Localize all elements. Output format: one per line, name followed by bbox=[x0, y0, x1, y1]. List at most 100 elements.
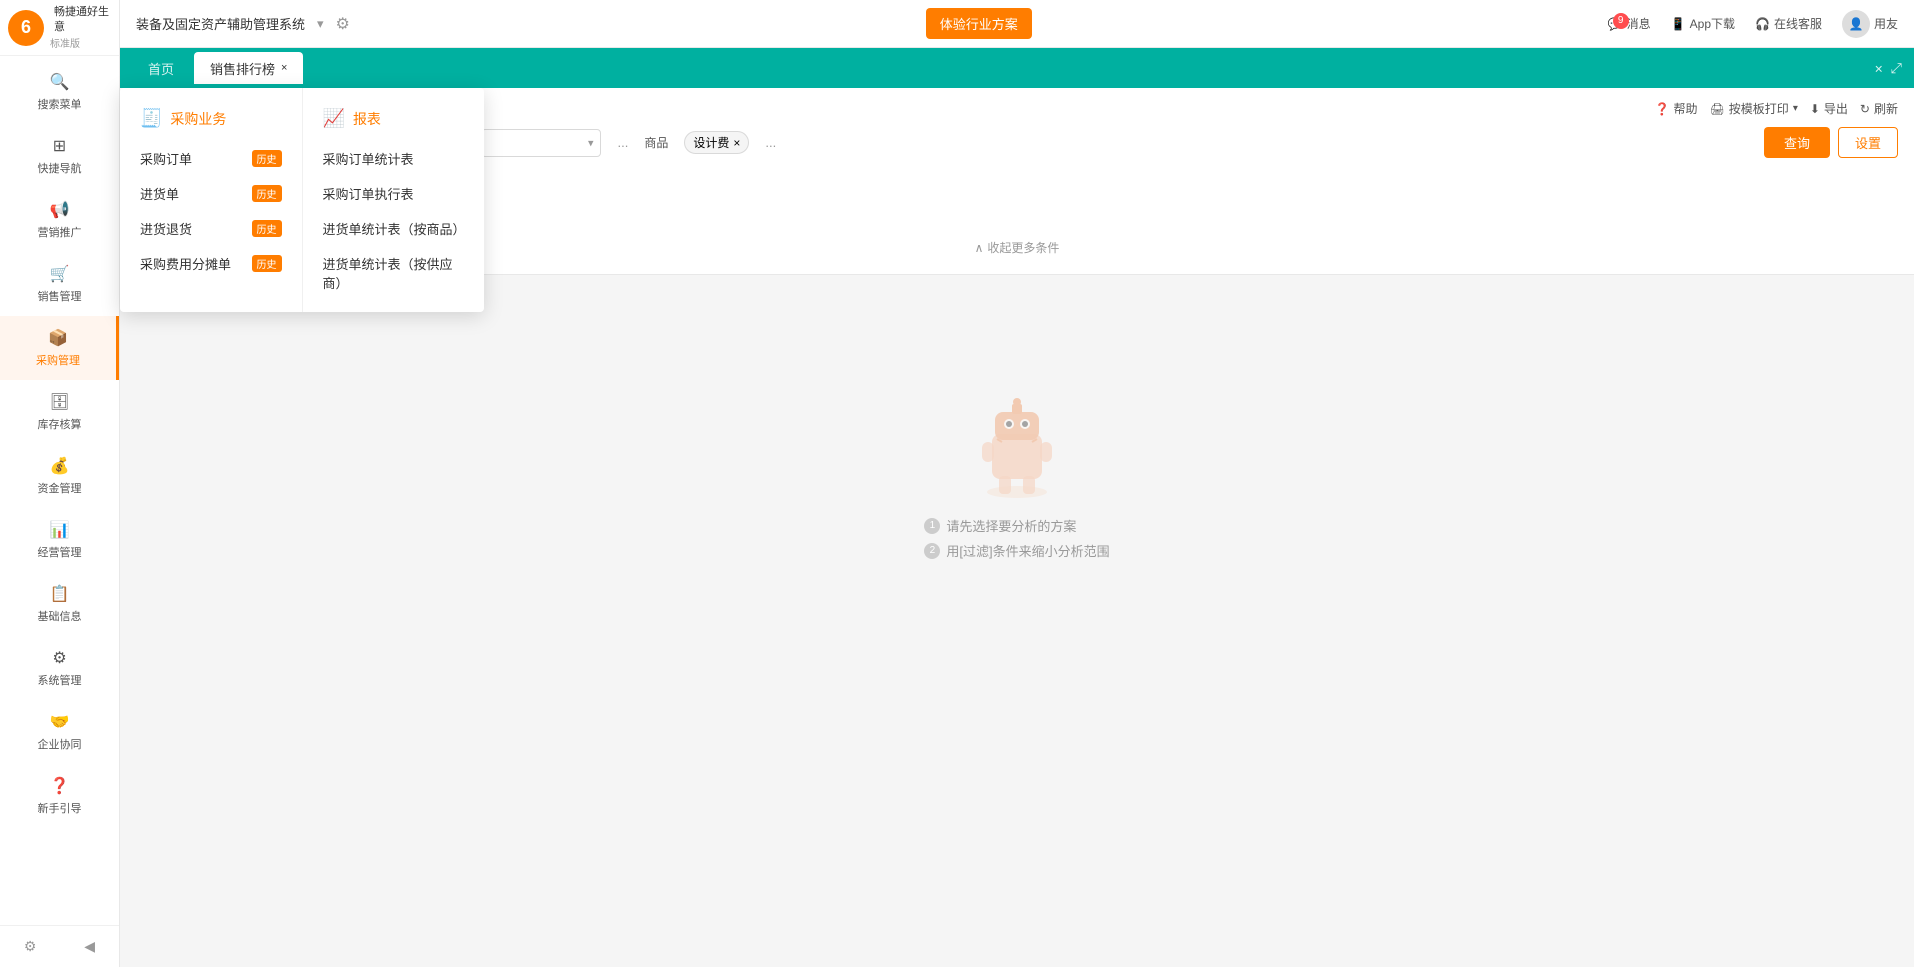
industry-button[interactable]: 体验行业方案 bbox=[926, 8, 1032, 39]
tip-1: 1 请先选择要分析的方案 bbox=[924, 516, 1109, 535]
setting-button[interactable]: 设置 bbox=[1838, 127, 1898, 158]
report-receipt-supplier-item[interactable]: 进货单统计表（按供应商） bbox=[303, 246, 485, 300]
tab-home[interactable]: 首页 bbox=[132, 52, 190, 84]
messages-item[interactable]: 💬 9 消息 bbox=[1608, 15, 1651, 32]
enterprise-icon: 🤝 bbox=[50, 712, 70, 732]
empty-illustration bbox=[957, 384, 1077, 504]
voucher-status-select[interactable] bbox=[481, 129, 601, 157]
capital-icon: 💰 bbox=[50, 456, 70, 476]
purchase-expense-label: 采购费用分摊单 bbox=[140, 254, 231, 273]
settings-button[interactable]: ⚙ bbox=[16, 934, 45, 959]
user-label: 用友 bbox=[1874, 15, 1898, 32]
sidebar-item-label: 系统管理 bbox=[38, 672, 82, 688]
tab-close-icon[interactable]: × bbox=[281, 62, 287, 74]
avatar: 👤 bbox=[1842, 10, 1870, 38]
report-receipt-goods-item[interactable]: 进货单统计表（按商品） bbox=[303, 211, 485, 246]
export-label: 导出 bbox=[1824, 100, 1848, 117]
sidebar-item-basic[interactable]: 📋 基础信息 bbox=[0, 572, 119, 636]
dropdown-chevron-icon[interactable]: ▾ bbox=[317, 16, 324, 32]
sidebar-item-inventory[interactable]: 🗄 库存核算 bbox=[0, 380, 119, 444]
sidebar-item-label: 新手引导 bbox=[38, 800, 82, 816]
purchase-order-item[interactable]: 采购订单 历史 bbox=[120, 141, 302, 176]
purchase-order-label: 采购订单 bbox=[140, 149, 192, 168]
purchase-order-history: 历史 bbox=[252, 150, 282, 167]
report-header-label: 报表 bbox=[353, 109, 381, 129]
sidebar-item-label: 企业协同 bbox=[38, 736, 82, 752]
print-label: 按模板打印 bbox=[1729, 100, 1789, 117]
window-maximize-icon[interactable]: ⤢ bbox=[1891, 60, 1902, 77]
collapse-icon: ∧ bbox=[975, 241, 984, 255]
purchase-col: 🧾 采购业务 采购订单 历史 进货单 历史 进货退货 历史 采购费用分摊单 历史 bbox=[120, 88, 302, 312]
message-badge: 9 bbox=[1613, 13, 1629, 29]
report-col: 📈 报表 采购订单统计表 采购订单执行表 进货单统计表（按商品） 进货单统计表（… bbox=[302, 88, 485, 312]
system-name: 装备及固定资产辅助管理系统 bbox=[136, 14, 305, 33]
settings-icon[interactable]: ⚙ bbox=[336, 14, 350, 34]
purchase-expense-item[interactable]: 采购费用分摊单 历史 bbox=[120, 246, 302, 281]
messages-label: 消息 bbox=[1627, 15, 1651, 32]
goods-tag[interactable]: 设计费 × bbox=[684, 131, 749, 154]
purchase-return-item[interactable]: 进货退货 历史 bbox=[120, 211, 302, 246]
logo-sub: 标准版 bbox=[50, 35, 111, 50]
sidebar-item-guide[interactable]: ❓ 新手引导 bbox=[0, 764, 119, 828]
basic-icon: 📋 bbox=[50, 584, 70, 604]
purchase-receipt-label: 进货单 bbox=[140, 184, 179, 203]
sidebar-item-label: 营销推广 bbox=[38, 224, 82, 240]
purchase-receipt-item[interactable]: 进货单 历史 bbox=[120, 176, 302, 211]
report-receipt-supplier-label: 进货单统计表（按供应商） bbox=[323, 254, 465, 292]
empty-tips: 1 请先选择要分析的方案 2 用[过滤]条件来缩小分析范围 bbox=[924, 516, 1109, 566]
sidebar-item-label: 销售管理 bbox=[38, 288, 82, 304]
online-service-label: 在线客服 bbox=[1774, 15, 1822, 32]
sidebar-item-label: 经营管理 bbox=[38, 544, 82, 560]
print-button[interactable]: 🖨 按模板打印 ▾ bbox=[1710, 100, 1798, 117]
phone-icon: 📱 bbox=[1671, 17, 1686, 31]
purchase-header: 🧾 采购业务 bbox=[120, 100, 302, 141]
query-button[interactable]: 查询 bbox=[1764, 127, 1830, 158]
logo-text: 畅捷通好生意 bbox=[54, 5, 111, 36]
refresh-icon: ↻ bbox=[1860, 102, 1870, 116]
window-close-icon[interactable]: × bbox=[1875, 60, 1883, 76]
sidebar-item-operation[interactable]: 📊 经营管理 bbox=[0, 508, 119, 572]
tab-sales-rank[interactable]: 销售排行榜 × bbox=[194, 52, 303, 84]
sidebar-item-label: 基础信息 bbox=[38, 608, 82, 624]
refresh-button[interactable]: ↻ 刷新 bbox=[1860, 100, 1898, 117]
topbar: 装备及固定资产辅助管理系统 ▾ ⚙ 体验行业方案 💬 9 消息 📱 App下载 … bbox=[120, 0, 1914, 48]
tab-sales-rank-label: 销售排行榜 bbox=[210, 59, 275, 78]
report-order-stat-item[interactable]: 采购订单统计表 bbox=[303, 141, 485, 176]
system-icon: ⚙ bbox=[52, 648, 66, 668]
sidebar-item-purchase[interactable]: 📦 采购管理 bbox=[0, 316, 119, 380]
sidebar-item-capital[interactable]: 💰 资金管理 bbox=[0, 444, 119, 508]
voucher-status-select-wrap bbox=[481, 129, 601, 157]
tip-2-text: 用[过滤]条件来缩小分析范围 bbox=[946, 541, 1109, 560]
help-button[interactable]: ❓ 帮助 bbox=[1655, 100, 1698, 117]
tip-2-num: 2 bbox=[924, 543, 940, 559]
report-order-exec-item[interactable]: 采购订单执行表 bbox=[303, 176, 485, 211]
collapse-sidebar-button[interactable]: ◀ bbox=[76, 934, 103, 959]
sidebar-item-enterprise[interactable]: 🤝 企业协同 bbox=[0, 700, 119, 764]
help-icon: ❓ bbox=[1655, 102, 1670, 116]
tab-bar-right: × ⤢ bbox=[1875, 60, 1902, 77]
online-service-item[interactable]: 🎧 在线客服 bbox=[1755, 15, 1822, 32]
logo-icon: 6 bbox=[8, 10, 44, 46]
print-chevron: ▾ bbox=[1793, 103, 1798, 114]
guide-icon: ❓ bbox=[50, 776, 70, 796]
sidebar-item-quick-nav[interactable]: ⊞ 快捷导航 bbox=[0, 124, 119, 188]
goods-tag-close-icon[interactable]: × bbox=[733, 136, 740, 150]
marketing-icon: 📢 bbox=[50, 200, 70, 220]
sidebar-item-search[interactable]: 🔍 搜索菜单 bbox=[0, 60, 119, 124]
empty-state: 1 请先选择要分析的方案 2 用[过滤]条件来缩小分析范围 bbox=[120, 275, 1914, 675]
search-icon: 🔍 bbox=[50, 72, 70, 92]
sidebar: 6 畅捷通好生意 标准版 🔍 搜索菜单 ⊞ 快捷导航 📢 营销推广 🛒 销售管理… bbox=[0, 0, 120, 967]
sidebar-item-sales[interactable]: 🛒 销售管理 bbox=[0, 252, 119, 316]
sidebar-item-label: 快捷导航 bbox=[38, 160, 82, 176]
refresh-label: 刷新 bbox=[1874, 100, 1898, 117]
sidebar-item-marketing[interactable]: 📢 营销推广 bbox=[0, 188, 119, 252]
sidebar-bottom: ⚙ ◀ bbox=[0, 925, 119, 967]
export-button[interactable]: ⬇ 导出 bbox=[1810, 100, 1848, 117]
user-item[interactable]: 👤 用友 bbox=[1842, 10, 1898, 38]
purchase-header-icon: 🧾 bbox=[140, 108, 162, 129]
report-header: 📈 报表 bbox=[303, 100, 485, 141]
app-download-item[interactable]: 📱 App下载 bbox=[1671, 15, 1735, 32]
sidebar-item-system[interactable]: ⚙ 系统管理 bbox=[0, 636, 119, 700]
messages-badge-wrap: 💬 9 bbox=[1608, 17, 1623, 31]
tip-2: 2 用[过滤]条件来缩小分析范围 bbox=[924, 541, 1109, 560]
